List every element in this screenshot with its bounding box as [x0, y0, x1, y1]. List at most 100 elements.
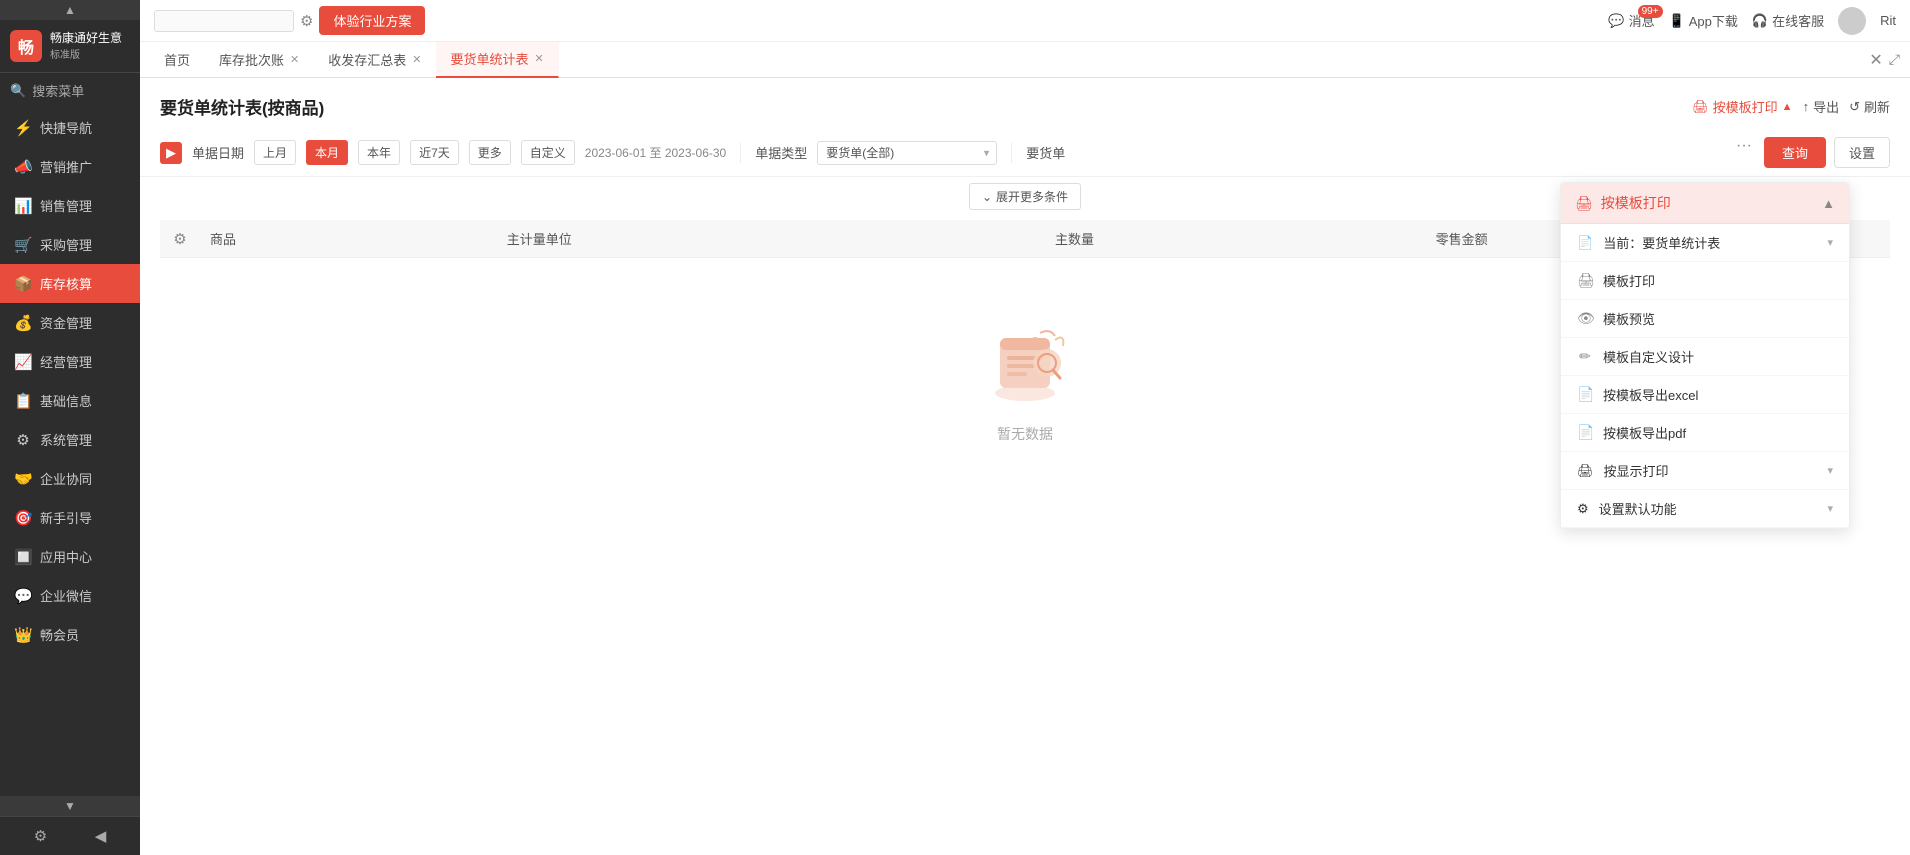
filter-expand-btn[interactable]: ▶ [160, 142, 182, 164]
setting-button[interactable]: 设置 [1834, 137, 1890, 168]
template-doc-icon: 📄 [1577, 235, 1593, 251]
page-header: 要货单统计表(按商品) 🖨 按模板打印 ▲ ↑ 导出 ↺ 刷新 [140, 78, 1910, 129]
filter-divider2 [1011, 143, 1012, 163]
expand-more-btn[interactable]: ⌄ 展开更多条件 [969, 183, 1081, 210]
export-button[interactable]: ↑ 导出 [1803, 97, 1840, 116]
date-filter-label: 单据日期 [192, 143, 244, 162]
template-design-item[interactable]: ✏ 模板自定义设计 [1561, 338, 1849, 376]
template-preview-label: 模板预览 [1603, 309, 1655, 328]
sales-icon: 📊 [14, 197, 32, 215]
top-header: ⚙ 体验行业方案 💬 消息 99+ 📱 App下载 🎧 在线客服 Rit [140, 0, 1910, 42]
print-dropdown-controls: ▲ [1822, 196, 1835, 211]
message-icon: 💬 [1608, 13, 1624, 29]
date-btn-more[interactable]: 更多 [469, 140, 511, 165]
message-button[interactable]: 💬 消息 99+ [1608, 11, 1654, 30]
message-badge: 99+ [1638, 5, 1663, 18]
refresh-icon: ↺ [1849, 99, 1860, 115]
print-button[interactable]: 🖨 按模板打印 ▲ [1692, 97, 1792, 116]
template-pdf-label: 按模板导出pdf [1603, 423, 1686, 442]
current-template-item[interactable]: 📄 当前：要货单统计表 ▾ [1561, 224, 1849, 262]
printer-icon: 🖨 [1692, 99, 1709, 115]
sidebar-item-appstore[interactable]: 🔲 应用中心 [0, 537, 140, 576]
tab-order-stats[interactable]: 要货单统计表 ✕ [436, 42, 558, 78]
date-btn-last-7-days[interactable]: 近7天 [410, 140, 459, 165]
print-dropdown: 🖨 按模板打印 ▲ 📄 当前：要货单统计表 ▾ 🖨 模板打印 [1560, 182, 1850, 529]
enterprise-icon: 🤝 [14, 470, 32, 488]
sidebar-scroll-up[interactable]: ▲ [0, 0, 140, 20]
page-actions: 🖨 按模板打印 ▲ ↑ 导出 ↺ 刷新 [1692, 97, 1890, 116]
settings-icon[interactable]: ⚙ [34, 827, 47, 845]
date-btn-this-year[interactable]: 本年 [358, 140, 400, 165]
template-preview-item[interactable]: 👁 模板预览 [1561, 300, 1849, 338]
template-pdf-item[interactable]: 📄 按模板导出pdf [1561, 414, 1849, 452]
sidebar-item-guide[interactable]: 🎯 新手引导 [0, 498, 140, 537]
logo-text: 畅康通好生意 标准版 [50, 31, 122, 62]
sidebar-scroll-down[interactable]: ▼ [0, 796, 140, 816]
wechat-icon: 💬 [14, 587, 32, 605]
marketing-icon: 📣 [14, 158, 32, 176]
date-btn-this-month[interactable]: 本月 [306, 140, 348, 165]
tabs-expand-icon[interactable]: ⤢ [1889, 51, 1900, 68]
online-service-button[interactable]: 🎧 在线客服 [1752, 11, 1824, 30]
headset-icon: 🎧 [1752, 13, 1768, 29]
sidebar-item-system[interactable]: ⚙ 系统管理 [0, 420, 140, 459]
date-btn-last-month[interactable]: 上月 [254, 140, 296, 165]
more-options-btn[interactable]: ··· [1732, 137, 1756, 168]
display-print-left: 🖨 按显示打印 [1577, 461, 1669, 480]
header-left: ⚙ 体验行业方案 [154, 6, 1598, 35]
current-template-chevron-icon: ▾ [1827, 236, 1833, 249]
display-print-item[interactable]: 🖨 按显示打印 ▾ [1561, 452, 1849, 490]
col-goods: 商品 [200, 220, 497, 258]
query-button[interactable]: 查询 [1764, 137, 1826, 168]
sidebar-item-wechat[interactable]: 💬 企业微信 [0, 576, 140, 615]
sidebar-item-quick-nav[interactable]: ⚡ 快捷导航 [0, 108, 140, 147]
sidebar-logo: 畅 畅康通好生意 标准版 [0, 20, 140, 73]
expand-icon: ⌄ [982, 190, 992, 204]
search-menu[interactable]: 🔍 搜索菜单 [0, 73, 140, 108]
tab-batch-account[interactable]: 库存批次账 ✕ [205, 42, 314, 78]
sidebar-item-finance[interactable]: 💰 资金管理 [0, 303, 140, 342]
sidebar-item-marketing[interactable]: 📣 营销推广 [0, 147, 140, 186]
default-function-item[interactable]: ⚙ 设置默认功能 ▾ [1561, 490, 1849, 528]
template-design-icon: ✏ [1577, 348, 1593, 365]
sidebar-item-purchase[interactable]: 🛒 采购管理 [0, 225, 140, 264]
col-quantity: 主数量 [1045, 220, 1426, 258]
breadcrumb-input[interactable] [154, 10, 294, 32]
default-function-chevron-icon: ▾ [1827, 502, 1833, 515]
tab-close-order-stats[interactable]: ✕ [535, 52, 544, 65]
current-template-left: 📄 当前：要货单统计表 [1577, 233, 1720, 252]
default-function-left: ⚙ 设置默认功能 [1577, 499, 1677, 518]
avatar[interactable] [1838, 7, 1866, 35]
tab-receipt-summary[interactable]: 收发存汇总表 ✕ [314, 42, 436, 78]
tab-home[interactable]: 首页 [150, 42, 205, 78]
sidebar-item-basic[interactable]: 📋 基础信息 [0, 381, 140, 420]
sidebar-item-inventory[interactable]: 📦 库存核算 [0, 264, 140, 303]
type-select[interactable]: 要货单(全部) [817, 141, 997, 165]
template-print-label: 模板打印 [1603, 271, 1655, 290]
dropdown-up-chevron-icon[interactable]: ▲ [1822, 196, 1835, 211]
app-download-button[interactable]: 📱 App下载 [1669, 11, 1738, 30]
sidebar-item-enterprise[interactable]: 🤝 企业协同 [0, 459, 140, 498]
template-excel-item[interactable]: 📄 按模板导出excel [1561, 376, 1849, 414]
col-unit: 主计量单位 [497, 220, 1045, 258]
tab-close-batch-account[interactable]: ✕ [290, 53, 299, 66]
search-icon: 🔍 [10, 83, 26, 99]
table-settings-icon[interactable]: ⚙ [173, 231, 186, 248]
tab-close-receipt-summary[interactable]: ✕ [412, 53, 421, 66]
header-right: 💬 消息 99+ 📱 App下载 🎧 在线客服 Rit [1608, 7, 1896, 35]
header-gear-icon[interactable]: ⚙ [300, 12, 313, 30]
trial-button[interactable]: 体验行业方案 [319, 6, 425, 35]
inventory-icon: 📦 [14, 275, 32, 293]
guide-icon: 🎯 [14, 509, 32, 527]
page-title: 要货单统计表(按商品) [160, 94, 324, 119]
purchase-icon: 🛒 [14, 236, 32, 254]
tabs-close-all-icon[interactable]: ✕ [1869, 50, 1882, 70]
sidebar-item-member[interactable]: 👑 畅会员 [0, 615, 140, 654]
main-area: ⚙ 体验行业方案 💬 消息 99+ 📱 App下载 🎧 在线客服 Rit 首页 [140, 0, 1910, 855]
sidebar-item-operation[interactable]: 📈 经营管理 [0, 342, 140, 381]
template-print-item[interactable]: 🖨 模板打印 [1561, 262, 1849, 300]
refresh-button[interactable]: ↺ 刷新 [1849, 97, 1890, 116]
collapse-icon[interactable]: ◀ [95, 827, 107, 845]
date-btn-custom[interactable]: 自定义 [521, 140, 575, 165]
sidebar-item-sales[interactable]: 📊 销售管理 [0, 186, 140, 225]
